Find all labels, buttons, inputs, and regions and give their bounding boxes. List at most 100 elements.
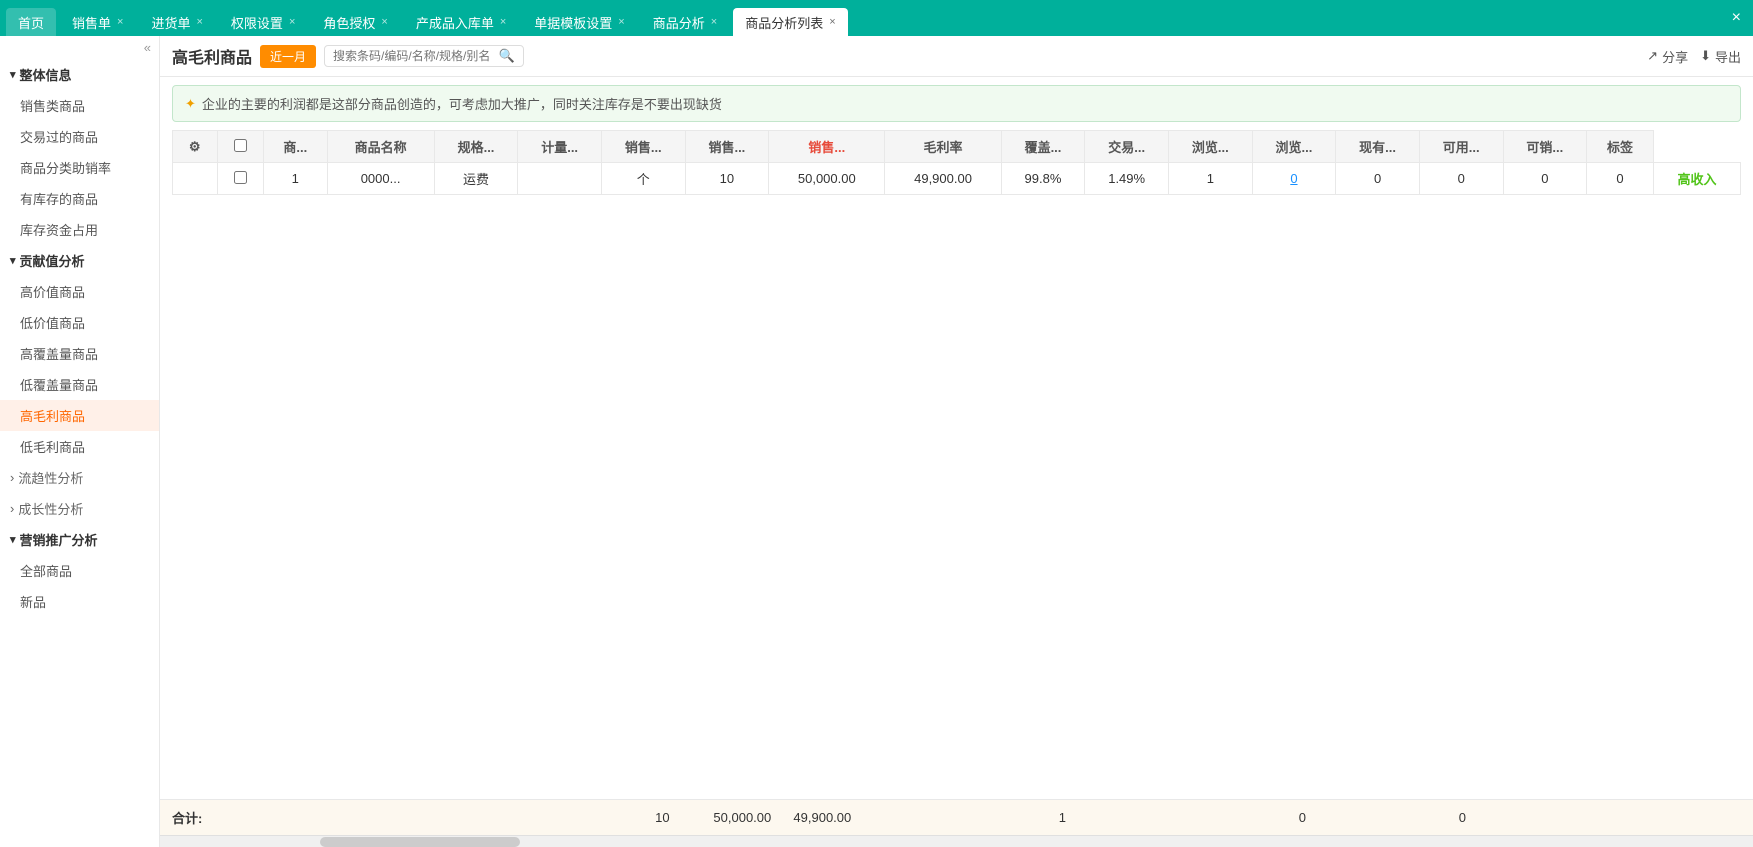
table-header-row: ⚙ 商... 商品名称 规格... 计量... 销售... 销售... 销售..… [173,131,1741,163]
footer-label: 合计: [172,808,202,827]
sidebar-item-category-rate[interactable]: 商品分类助销率 [0,152,159,183]
table-container: ⚙ 商... 商品名称 规格... 计量... 销售... 销售... 销售..… [160,130,1753,799]
footer-empty-5 [542,810,622,825]
scrollbar-thumb[interactable] [320,837,520,847]
tab-permission-settings[interactable]: 权限设置 × [219,8,307,36]
select-all-checkbox[interactable] [234,139,247,152]
export-button[interactable]: ⬇ 导出 [1700,47,1741,66]
close-tab-sales-order[interactable]: × [117,16,123,28]
cell-name-0: 运费 [434,163,518,195]
sidebar-collapse-button[interactable]: « [0,36,159,59]
search-icon[interactable]: 🔍 [499,48,515,64]
col-name[interactable]: 商品名称 [327,131,434,163]
sidebar-group-contribution[interactable]: ▾ 贡献值分析 [0,245,159,276]
sidebar-item-new-goods[interactable]: 新品 [0,586,159,617]
col-sales-cost[interactable]: 销售... [769,131,885,163]
tab-purchase-order[interactable]: 进货单 × [139,8,214,36]
cell-unit-0: 个 [601,163,685,195]
info-banner: ✦ 企业的主要的利润都是这部分商品创造的，可考虑加大推广，同时关注库存是不要出现… [172,85,1741,122]
cell-saleable-stock-0: 0 [1587,163,1654,195]
footer-transaction: 1 [1022,810,1102,825]
col-unit[interactable]: 计量... [518,131,602,163]
info-icon: ✦ [185,96,196,112]
sidebar-item-high-margin[interactable]: 高毛利商品 [0,400,159,431]
cell-num-0: 1 [264,163,327,195]
arrow-icon-trend: › [10,470,14,485]
col-current-stock[interactable]: 现有... [1336,131,1420,163]
sidebar-group-marketing[interactable]: ▾ 营销推广分析 [0,524,159,555]
close-tab-product-analysis[interactable]: × [711,16,717,28]
tab-sales-order[interactable]: 销售单 × [60,8,135,36]
col-sales-amt[interactable]: 销售... [685,131,769,163]
close-tab-template[interactable]: × [618,16,624,28]
page-title: 高毛利商品 [172,44,252,68]
sidebar-item-all-goods[interactable]: 全部商品 [0,555,159,586]
tab-product-analysis-list[interactable]: 商品分析列表 × [733,8,847,36]
header-actions: ↗ 分享 ⬇ 导出 [1647,47,1741,66]
footer-empty-browse2 [1182,810,1262,825]
close-tab-product-warehouse[interactable]: × [500,16,506,28]
col-browse2[interactable]: 浏览... [1252,131,1336,163]
window-close-button[interactable]: × [1724,9,1749,27]
col-available-stock[interactable]: 可用... [1419,131,1503,163]
arrow-icon-growth: › [10,501,14,516]
share-button[interactable]: ↗ 分享 [1647,47,1688,66]
sidebar-group-overall[interactable]: ▾ 整体信息 [0,59,159,90]
tab-template-settings[interactable]: 单据模板设置 × [522,8,636,36]
footer-sales-qty: 10 [622,810,702,825]
col-transaction[interactable]: 交易... [1085,131,1169,163]
col-gross-margin[interactable]: 毛利率 [885,131,1001,163]
footer-saleable: 0 [1422,810,1502,825]
share-icon: ↗ [1647,48,1658,64]
col-sales-qty[interactable]: 销售... [601,131,685,163]
cell-current-stock-0: 0 [1419,163,1503,195]
footer-bar: 合计: 10 50,000.00 49,900.00 1 0 0 [160,799,1753,835]
footer-empty-1 [222,810,302,825]
cell-sales-cost-0: 49,900.00 [885,163,1001,195]
sidebar-item-low-margin[interactable]: 低毛利商品 [0,431,159,462]
col-spec[interactable]: 规格... [434,131,518,163]
sidebar-item-low-coverage[interactable]: 低覆盖量商品 [0,369,159,400]
cell-spec-0 [518,163,602,195]
search-input[interactable] [333,49,499,63]
cell-checkbox-0[interactable] [217,163,264,195]
tab-home[interactable]: 首页 [6,8,56,36]
sidebar-item-sales-goods[interactable]: 销售类商品 [0,90,159,121]
sidebar-item-low-value[interactable]: 低价值商品 [0,307,159,338]
cell-browse1-0[interactable]: 0 [1252,163,1336,195]
sidebar-item-stock-capital[interactable]: 库存资金占用 [0,214,159,245]
sidebar-group-growth[interactable]: › 成长性分析 [0,493,159,524]
arrow-icon-contrib: ▾ [10,254,16,267]
footer-empty-coverage [942,810,1022,825]
col-tag[interactable]: 标签 [1587,131,1654,163]
tab-role-auth[interactable]: 角色授权 × [311,8,399,36]
table-row: 1 0000... 运费 个 10 50,000.00 49,900.00 99… [173,163,1741,195]
horizontal-scrollbar[interactable] [160,835,1753,847]
cell-coverage-0: 1.49% [1085,163,1169,195]
col-code[interactable]: 商... [264,131,327,163]
close-tab-role[interactable]: × [381,16,387,28]
row-checkbox-0[interactable] [234,171,247,184]
sidebar-item-instock-goods[interactable]: 有库存的商品 [0,183,159,214]
sidebar-item-high-coverage[interactable]: 高覆盖量商品 [0,338,159,369]
tab-product-warehouse[interactable]: 产成品入库单 × [404,8,518,36]
close-tab-permission[interactable]: × [289,16,295,28]
col-browse1[interactable]: 浏览... [1169,131,1253,163]
sidebar-group-trend[interactable]: › 流趋性分析 [0,462,159,493]
cell-transaction-0: 1 [1169,163,1253,195]
col-coverage[interactable]: 覆盖... [1001,131,1085,163]
close-tab-product-analysis-list[interactable]: × [829,16,835,28]
tab-product-analysis[interactable]: 商品分析 × [641,8,729,36]
sidebar-item-traded-goods[interactable]: 交易过的商品 [0,121,159,152]
col-checkbox[interactable] [217,131,264,163]
period-button[interactable]: 近一月 [260,45,316,68]
export-icon: ⬇ [1700,48,1711,64]
close-tab-purchase[interactable]: × [196,16,202,28]
footer-sales-cost: 49,900.00 [782,810,862,825]
cell-available-stock-0: 0 [1503,163,1587,195]
col-saleable-stock[interactable]: 可销... [1503,131,1587,163]
sidebar-item-high-value[interactable]: 高价值商品 [0,276,159,307]
sidebar: « ▾ 整体信息 销售类商品 交易过的商品 商品分类助销率 有库存的商品 库存资… [0,36,160,847]
cell-sales-qty-0: 10 [685,163,769,195]
col-settings[interactable]: ⚙ [173,131,218,163]
